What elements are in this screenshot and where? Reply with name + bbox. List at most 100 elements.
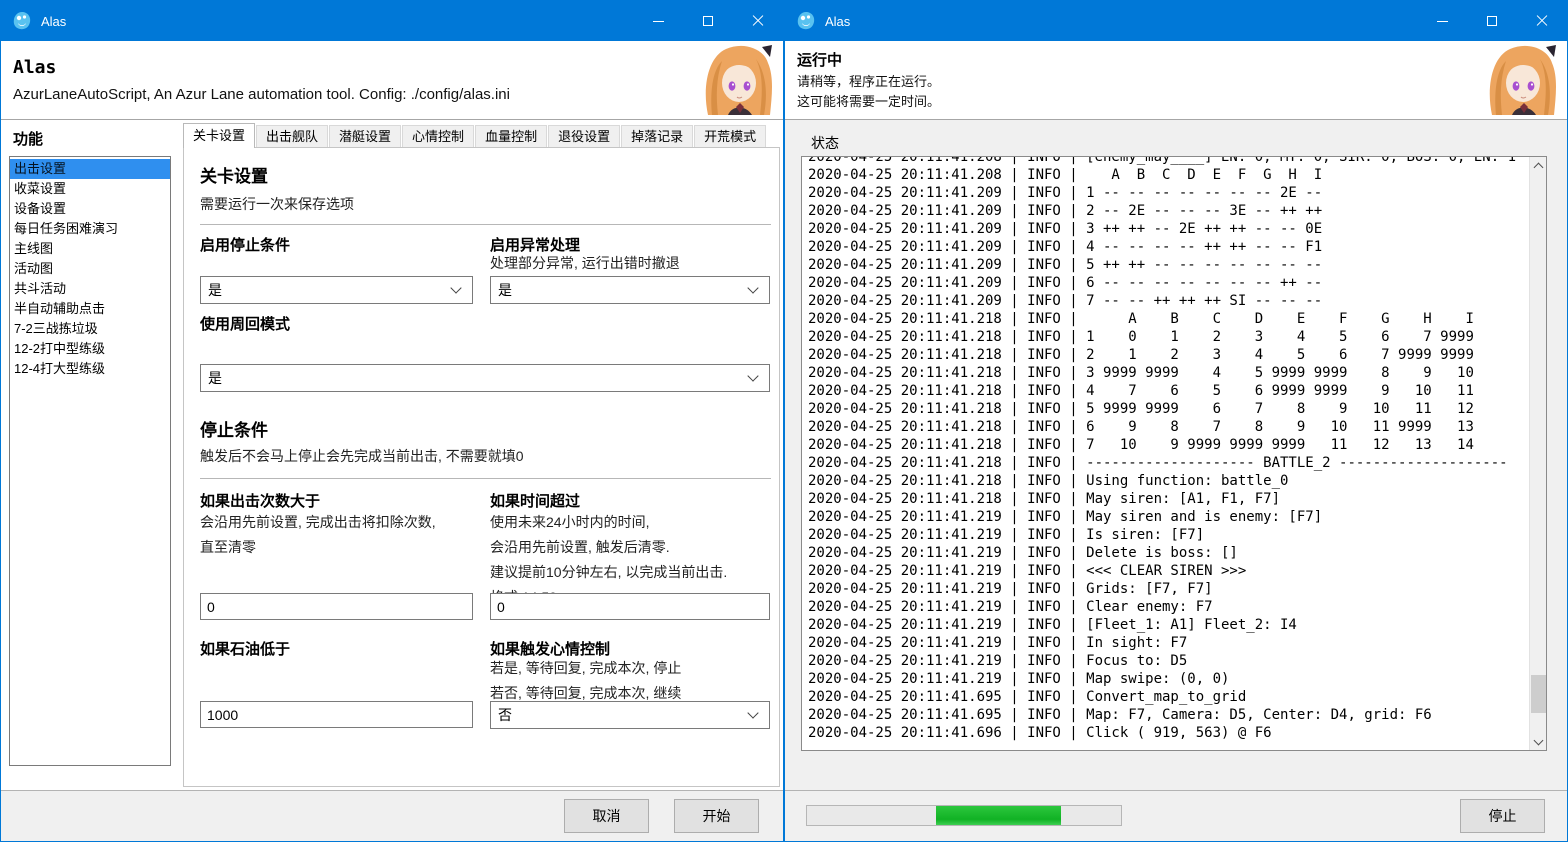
app-icon — [12, 11, 32, 31]
log-line: 2020-04-25 20:11:41.218 | INFO | 6 9 8 7… — [808, 418, 1528, 436]
scroll-down-button[interactable] — [1530, 733, 1547, 750]
avatar — [1486, 45, 1558, 115]
if-oil-input[interactable] — [200, 701, 473, 728]
maximize-button[interactable] — [683, 1, 733, 41]
maximize-icon — [703, 16, 713, 26]
tab-7[interactable]: 开荒模式 — [694, 125, 766, 148]
scroll-up-button[interactable] — [1530, 157, 1547, 174]
close-button[interactable] — [733, 1, 783, 41]
log-line: 2020-04-25 20:11:41.219 | INFO | [Fleet_… — [808, 616, 1528, 634]
if-emotion-select[interactable]: 否 — [490, 701, 770, 729]
if-count-input[interactable] — [200, 593, 473, 620]
loop-mode-select[interactable]: 是 — [200, 364, 770, 392]
log-line: 2020-04-25 20:11:41.218 | INFO | 4 7 6 5… — [808, 382, 1528, 400]
window-title: Alas — [825, 14, 1417, 29]
log-line: 2020-04-25 20:11:41.209 | INFO | 3 ++ ++… — [808, 220, 1528, 238]
tab-3[interactable]: 心情控制 — [402, 125, 474, 148]
enable-stop-select[interactable]: 是 — [200, 276, 473, 304]
log-line: 2020-04-25 20:11:41.209 | INFO | 6 -- --… — [808, 274, 1528, 292]
log-line: 2020-04-25 20:11:41.218 | INFO | 5 9999 … — [808, 400, 1528, 418]
log-line: 2020-04-25 20:11:41.218 | INFO | Using f… — [808, 472, 1528, 490]
sidebar-item[interactable]: 7-2三战拣垃圾 — [10, 319, 170, 339]
titlebar[interactable]: Alas — [1, 1, 783, 41]
log-line: 2020-04-25 20:11:41.696 | INFO | Click (… — [808, 724, 1528, 742]
log-line: 2020-04-25 20:11:41.218 | INFO | May sir… — [808, 490, 1528, 508]
config-window: Alas Alas AzurLaneAutoScript, An Azur La… — [0, 0, 784, 842]
minimize-button[interactable] — [1417, 1, 1467, 41]
maximize-button[interactable] — [1467, 1, 1517, 41]
sidebar-heading: 功能 — [13, 128, 43, 149]
enable-exception-select[interactable]: 是 — [490, 276, 770, 304]
app-title: Alas — [13, 57, 56, 78]
cancel-button[interactable]: 取消 — [564, 799, 649, 833]
sidebar-item[interactable]: 12-2打中型练级 — [10, 339, 170, 359]
scrollbar-thumb[interactable] — [1531, 675, 1546, 713]
log-line: 2020-04-25 20:11:41.219 | INFO | Is sire… — [808, 526, 1528, 544]
log-line: 2020-04-25 20:11:41.208 | INFO | A B C D… — [808, 166, 1528, 184]
close-button[interactable] — [1517, 1, 1567, 41]
sidebar-item[interactable]: 主线图 — [10, 239, 170, 259]
log-viewport[interactable]: 2020-04-25 20:11:41.208 | INFO | [enemy_… — [801, 156, 1547, 751]
sidebar-item[interactable]: 出击设置 — [10, 159, 170, 179]
app-subtitle: AzurLaneAutoScript, An Azur Lane automat… — [13, 86, 510, 103]
tab-4[interactable]: 血量控制 — [475, 125, 547, 148]
log-line: 2020-04-25 20:11:41.219 | INFO | <<< CLE… — [808, 562, 1528, 580]
sidebar-item[interactable]: 共斗活动 — [10, 279, 170, 299]
log-line: 2020-04-25 20:11:41.219 | INFO | Clear e… — [808, 598, 1528, 616]
start-button[interactable]: 开始 — [674, 799, 759, 833]
chevron-down-icon — [747, 370, 758, 381]
chevron-down-icon — [450, 282, 461, 293]
enable-stop-value: 是 — [201, 280, 452, 300]
log-line: 2020-04-25 20:11:41.219 | INFO | Map swi… — [808, 670, 1528, 688]
if-emotion-desc: 若是, 等待回复, 完成本次, 停止 若否, 等待回复, 完成本次, 继续 — [490, 656, 770, 706]
log-line: 2020-04-25 20:11:41.208 | INFO | [enemy_… — [808, 156, 1528, 166]
tab-0[interactable]: 关卡设置 — [183, 123, 255, 148]
log-line: 2020-04-25 20:11:41.219 | INFO | May sir… — [808, 508, 1528, 526]
function-listbox[interactable]: 出击设置收菜设置设备设置每日任务困难演习主线图活动图共斗活动半自动辅助点击7-2… — [9, 156, 171, 766]
progress-bar — [806, 805, 1122, 826]
tab-1[interactable]: 出击舰队 — [256, 125, 328, 148]
loop-mode-value: 是 — [201, 368, 749, 388]
settings-panel: 关卡设置 需要运行一次来保存选项 启用停止条件 启用异常处理 处理部分异常, 运… — [183, 147, 780, 787]
log-line: 2020-04-25 20:11:41.219 | INFO | Focus t… — [808, 652, 1528, 670]
enable-exception-desc: 处理部分异常, 运行出错时撤退 — [490, 251, 770, 276]
panel-title: 关卡设置 — [200, 162, 268, 187]
stop-button[interactable]: 停止 — [1460, 799, 1545, 833]
log-scrollbar[interactable] — [1529, 157, 1546, 750]
if-count-desc: 会沿用先前设置, 完成出击将扣除次数, 直至清零 — [200, 510, 473, 560]
sidebar-item[interactable]: 收菜设置 — [10, 179, 170, 199]
stop-section-title: 停止条件 — [200, 416, 268, 441]
app-header: Alas AzurLaneAutoScript, An Azur Lane au… — [1, 41, 783, 120]
run-header: 运行中 请稍等，程序正在运行。 这可能将需要一定时间。 — [785, 41, 1567, 120]
tabstrip: 关卡设置出击舰队潜艇设置心情控制血量控制退役设置掉落记录开荒模式 — [183, 123, 778, 148]
sidebar-item[interactable]: 每日任务困难演习 — [10, 219, 170, 239]
minimize-button[interactable] — [633, 1, 683, 41]
divider — [200, 224, 771, 225]
sidebar-item[interactable]: 半自动辅助点击 — [10, 299, 170, 319]
close-icon — [752, 15, 764, 27]
log-line: 2020-04-25 20:11:41.209 | INFO | 5 ++ ++… — [808, 256, 1528, 274]
enable-stop-label: 启用停止条件 — [200, 234, 473, 255]
log-line: 2020-04-25 20:11:41.219 | INFO | Grids: … — [808, 580, 1528, 598]
tab-5[interactable]: 退役设置 — [548, 125, 620, 148]
if-emotion-value: 否 — [491, 705, 749, 725]
tab-6[interactable]: 掉落记录 — [621, 125, 693, 148]
stop-section-desc: 触发后不会马上停止会先完成当前出击, 不需要就填0 — [200, 444, 524, 469]
log-line: 2020-04-25 20:11:41.209 | INFO | 7 -- --… — [808, 292, 1528, 310]
sidebar-item[interactable]: 12-4打大型练级 — [10, 359, 170, 379]
close-icon — [1536, 15, 1548, 27]
desktop: Alas Alas AzurLaneAutoScript, An Azur La… — [0, 0, 1568, 842]
window-title: Alas — [41, 14, 633, 29]
sidebar-item[interactable]: 设备设置 — [10, 199, 170, 219]
tab-2[interactable]: 潜艇设置 — [329, 125, 401, 148]
sidebar-item[interactable]: 活动图 — [10, 259, 170, 279]
if-time-input[interactable] — [490, 593, 770, 620]
log-line: 2020-04-25 20:11:41.218 | INFO | 1 0 1 2… — [808, 328, 1528, 346]
run-status-line2: 这可能将需要一定时间。 — [797, 91, 940, 110]
loop-mode-label: 使用周回模式 — [200, 313, 473, 334]
avatar — [702, 45, 774, 115]
log-line: 2020-04-25 20:11:41.219 | INFO | In sigh… — [808, 634, 1528, 652]
log-line: 2020-04-25 20:11:41.695 | INFO | Map: F7… — [808, 706, 1528, 724]
titlebar[interactable]: Alas — [785, 1, 1567, 41]
log-line: 2020-04-25 20:11:41.218 | INFO | A B C D… — [808, 310, 1528, 328]
